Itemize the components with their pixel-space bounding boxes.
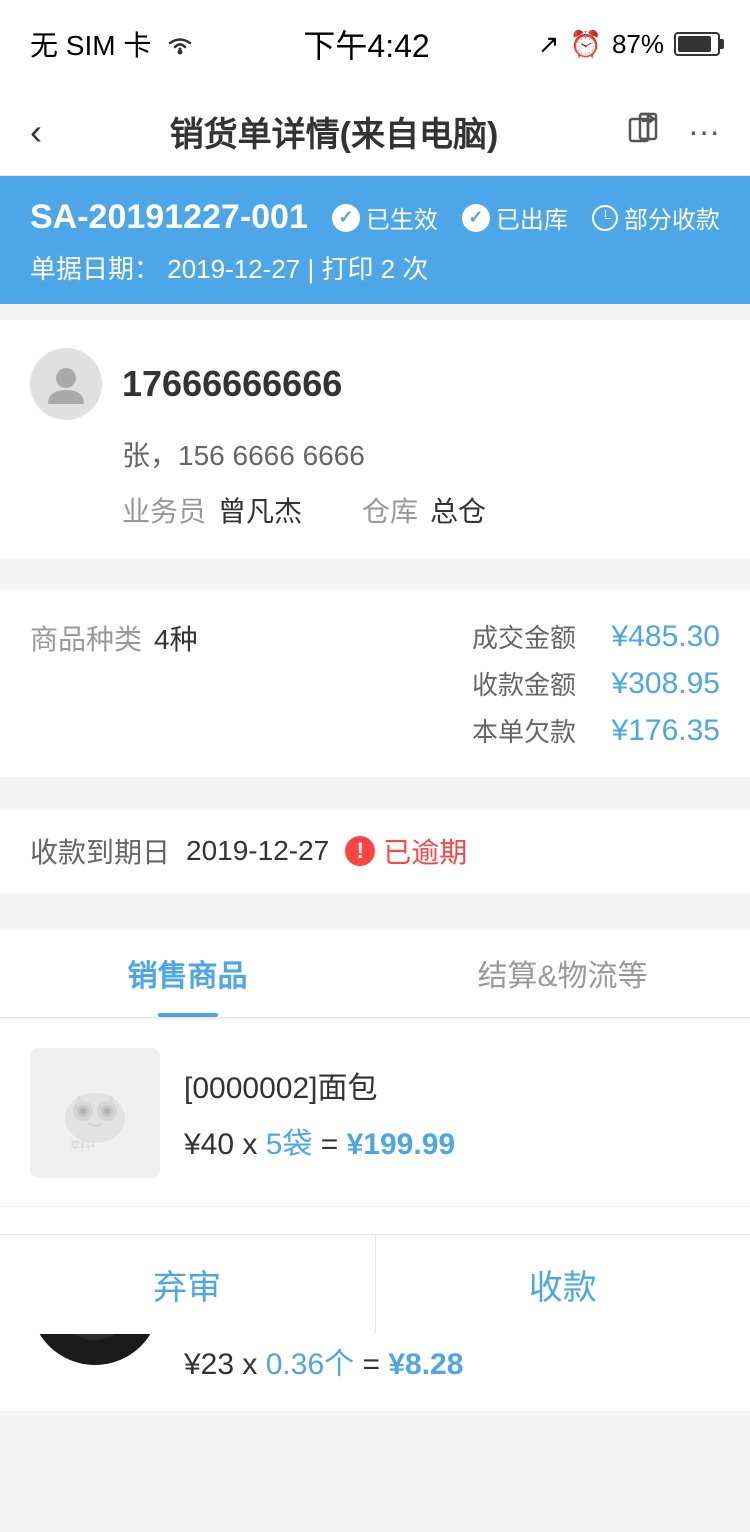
collect-button[interactable]: 收款	[376, 1235, 750, 1334]
overdue-text: 已逾期	[383, 831, 467, 871]
divider-2	[0, 777, 750, 793]
products-section: 草料+ [0000002]面包 ¥40 x 5袋 = ¥199.99 [0004…	[0, 1020, 750, 1412]
customer-section: 17666666666 张，156 6666 6666 业务员 曾凡杰 仓库 总…	[0, 320, 750, 558]
product-thumb-1: 草料+	[30, 1048, 160, 1178]
status-indicators: ↗ ⏰ 87%	[538, 29, 720, 60]
tab-settlement-label: 结算&物流等	[477, 951, 647, 995]
customer-avatar	[30, 348, 102, 420]
sales-meta: 业务员 曾凡杰	[122, 490, 302, 530]
status-time: 下午4:42	[303, 21, 429, 67]
tab-settlement[interactable]: 结算&物流等	[375, 929, 750, 1017]
overdue-icon: !	[345, 836, 375, 866]
customer-meta: 业务员 曾凡杰 仓库 总仓	[30, 490, 720, 530]
product-name-1: [0000002]面包	[184, 1063, 720, 1107]
product-thumb-owl-icon: 草料+	[55, 1073, 135, 1153]
summary-section: 商品种类 4种 成交金额 ¥485.30 收款金额 ¥308.95 本单欠款 ¥…	[0, 590, 750, 777]
status-effective: ✓ 已生效	[332, 200, 438, 235]
avatar-icon	[42, 360, 90, 408]
trading-amount-row: 成交金额 ¥485.30	[456, 618, 720, 655]
battery-icon	[674, 32, 720, 56]
tabs-row: 销售商品 结算&物流等	[0, 929, 750, 1017]
warehouse-meta: 仓库 总仓	[362, 490, 486, 530]
divider-3	[0, 893, 750, 909]
bottom-bar: 弃审 收款	[0, 1234, 750, 1334]
page-title: 销货单详情(来自电脑)	[170, 107, 499, 156]
svg-text:草料+: 草料+	[70, 1139, 96, 1152]
customer-id: 17666666666	[122, 363, 342, 405]
divider-1	[0, 558, 750, 574]
header-card: SA-20191227-001 ✓ 已生效 ✓ 已出库 部分收款 单据日期： 2…	[0, 176, 750, 304]
back-button[interactable]: ‹	[30, 111, 42, 153]
header-date-row: 单据日期： 2019-12-27 | 打印 2 次	[30, 249, 720, 286]
nav-bar: ‹ 销货单详情(来自电脑) ···	[0, 88, 750, 176]
check-shipped-icon: ✓	[462, 204, 490, 232]
collection-amount-row: 收款金额 ¥308.95	[456, 665, 720, 702]
customer-name: 张，156 6666 6666	[30, 434, 720, 474]
order-id: SA-20191227-001	[30, 198, 308, 237]
tab-sales-label: 销售商品	[128, 951, 248, 995]
product-info-1: [0000002]面包 ¥40 x 5袋 = ¥199.99	[184, 1048, 720, 1178]
tab-sales-products[interactable]: 销售商品	[0, 929, 375, 1017]
customer-row: 17666666666	[30, 348, 720, 420]
status-carrier: 无 SIM 卡	[30, 24, 195, 64]
product-price-2: ¥23 x 0.36个 = ¥8.28	[184, 1339, 720, 1383]
summary-right: 成交金额 ¥485.30 收款金额 ¥308.95 本单欠款 ¥176.35	[456, 618, 720, 749]
product-price-1: ¥40 x 5袋 = ¥199.99	[184, 1119, 720, 1163]
share-button[interactable]	[626, 111, 660, 153]
nav-actions: ···	[626, 111, 720, 153]
status-shipped: ✓ 已出库	[462, 200, 568, 235]
more-button[interactable]: ···	[688, 113, 720, 150]
summary-left: 商品种类 4种	[30, 618, 198, 658]
wifi-icon	[165, 33, 195, 55]
cancel-review-button[interactable]: 弃审	[0, 1235, 376, 1334]
due-date-section: 收款到期日 2019-12-27 ! 已逾期	[0, 809, 750, 893]
overdue-badge: ! 已逾期	[345, 831, 467, 871]
product-item: 草料+ [0000002]面包 ¥40 x 5袋 = ¥199.99	[0, 1020, 750, 1207]
location-icon: ↗	[538, 29, 560, 60]
clock-icon	[592, 205, 618, 231]
status-payment: 部分收款	[592, 200, 720, 235]
bottom-spacer	[0, 1412, 750, 1532]
check-effective-icon: ✓	[332, 204, 360, 232]
product-type-row: 商品种类 4种	[30, 618, 198, 658]
header-row1: SA-20191227-001 ✓ 已生效 ✓ 已出库 部分收款	[30, 198, 720, 237]
battery-pct: 87%	[612, 29, 664, 60]
tabs-section: 销售商品 结算&物流等	[0, 929, 750, 1018]
tab-active-underline	[158, 1013, 218, 1017]
alarm-icon: ⏰	[570, 29, 602, 60]
status-bar: 无 SIM 卡 下午4:42 ↗ ⏰ 87%	[0, 0, 750, 88]
debt-amount-row: 本单欠款 ¥176.35	[456, 712, 720, 749]
